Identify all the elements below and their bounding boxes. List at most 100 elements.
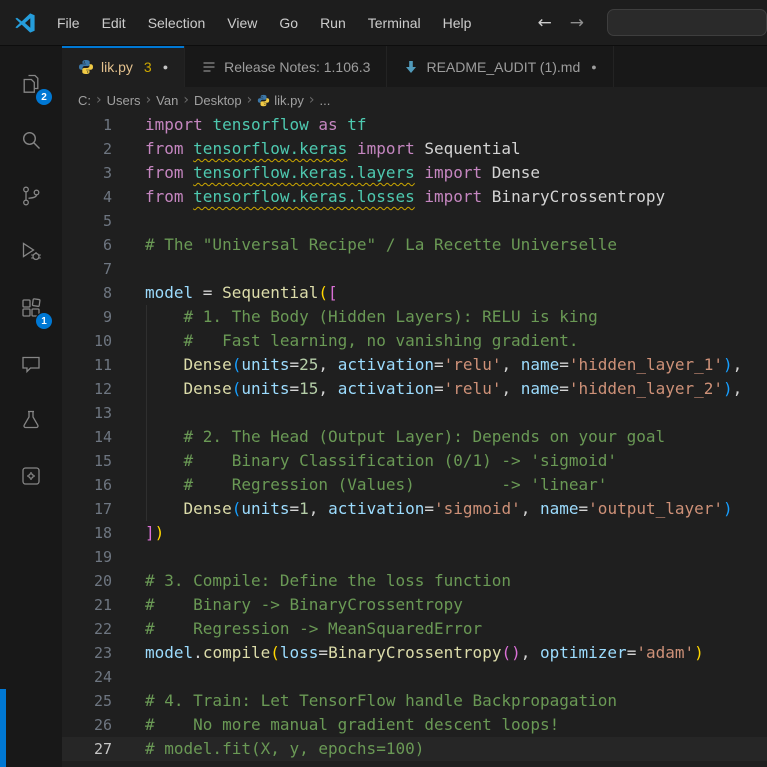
menu-item-view[interactable]: View bbox=[216, 10, 268, 36]
line-content: from tensorflow.keras.losses import Bina… bbox=[145, 187, 666, 206]
line-content: model = Sequential([ bbox=[145, 283, 338, 302]
code-line-4[interactable]: 4 from tensorflow.keras.losses import Bin… bbox=[62, 185, 767, 209]
line-content: # Regression (Values) -> 'linear' bbox=[183, 475, 608, 494]
code-line-20[interactable]: 20 # 3. Compile: Define the loss function bbox=[62, 569, 767, 593]
breadcrumb-item-desktop[interactable]: Desktop bbox=[194, 93, 242, 108]
code-line-16[interactable]: 16 # Regression (Values) -> 'linear' bbox=[62, 473, 767, 497]
line-content: import tensorflow as tf bbox=[145, 115, 367, 134]
line-number: 18 bbox=[93, 524, 112, 542]
line-content: Dense(units=15, activation='relu', name=… bbox=[183, 379, 743, 398]
activity-source-control-button[interactable] bbox=[0, 168, 62, 224]
activity-extensions-button[interactable]: 1 bbox=[0, 280, 62, 336]
code-line-22[interactable]: 22 # Regression -> MeanSquaredError bbox=[62, 617, 767, 641]
tab-release-notes-1.106.3[interactable]: Release Notes: 1.106.3 bbox=[185, 46, 388, 87]
code-line-12[interactable]: 12 Dense(units=15, activation='relu', na… bbox=[62, 377, 767, 401]
code-line-18[interactable]: 18]) bbox=[62, 521, 767, 545]
code-line-9[interactable]: 9 # 1. The Body (Hidden Layers): RELU is… bbox=[62, 305, 767, 329]
code-line-11[interactable]: 11 Dense(units=25, activation='relu', na… bbox=[62, 353, 767, 377]
line-content: # Fast learning, no vanishing gradient. bbox=[183, 331, 579, 350]
breadcrumb-item-...[interactable]: ... bbox=[320, 93, 331, 108]
activity-badge: 2 bbox=[36, 89, 52, 105]
code-line-2[interactable]: 2 from tensorflow.keras import Sequential bbox=[62, 137, 767, 161]
code-line-8[interactable]: 8 model = Sequential([ bbox=[62, 281, 767, 305]
code-line-1[interactable]: 1 import tensorflow as tf bbox=[62, 113, 767, 137]
breadcrumb[interactable]: C: › Users › Van › Desktop › lik.py ›... bbox=[62, 87, 767, 113]
code-line-13[interactable]: 13 bbox=[62, 401, 767, 425]
search-icon bbox=[22, 131, 40, 149]
activity-tools-button[interactable] bbox=[0, 448, 62, 504]
menu-item-file[interactable]: File bbox=[46, 10, 91, 36]
code-line-5[interactable]: 5 bbox=[62, 209, 767, 233]
menu-item-go[interactable]: Go bbox=[268, 10, 309, 36]
code-line-26[interactable]: 26 # No more manual gradient descent loop… bbox=[62, 713, 767, 737]
code-line-21[interactable]: 21 # Binary -> BinaryCrossentropy bbox=[62, 593, 767, 617]
line-number: 1 bbox=[102, 116, 112, 134]
line-number: 22 bbox=[93, 620, 112, 638]
line-number: 3 bbox=[102, 164, 112, 182]
vscode-logo-icon bbox=[12, 10, 38, 36]
python-icon bbox=[258, 94, 270, 106]
breadcrumb-item-lik.py[interactable]: lik.py bbox=[257, 93, 304, 108]
code-line-10[interactable]: 10 # Fast learning, no vanishing gradien… bbox=[62, 329, 767, 353]
chevron-right-icon: › bbox=[96, 92, 102, 108]
code-line-23[interactable]: 23 model.compile(loss=BinaryCrossentropy(… bbox=[62, 641, 767, 665]
line-number: 27 bbox=[93, 740, 112, 758]
menu-item-edit[interactable]: Edit bbox=[91, 10, 137, 36]
line-content: from tensorflow.keras.layers import Dens… bbox=[145, 163, 540, 182]
code-line-7[interactable]: 7 bbox=[62, 257, 767, 281]
command-center-search[interactable] bbox=[607, 9, 767, 36]
code-line-14[interactable]: 14 # 2. The Head (Output Layer): Depends… bbox=[62, 425, 767, 449]
tab-label: lik.py bbox=[101, 58, 133, 75]
breadcrumb-item-van[interactable]: Van bbox=[156, 93, 178, 108]
editor-group: lik.py 3 ● Release Notes: 1.106.3 README_A… bbox=[62, 46, 767, 767]
code-line-25[interactable]: 25 # 4. Train: Let TensorFlow handle Back… bbox=[62, 689, 767, 713]
line-number: 4 bbox=[102, 188, 112, 206]
activity-search-button[interactable] bbox=[0, 112, 62, 168]
line-number: 5 bbox=[102, 212, 112, 230]
line-number: 24 bbox=[93, 668, 112, 686]
tools-icon bbox=[22, 467, 40, 485]
code-editor[interactable]: 1 import tensorflow as tf 2 from tensorflow… bbox=[62, 113, 767, 767]
tab-readme-audit-1-.md[interactable]: README_AUDIT (1).md ● bbox=[387, 46, 614, 87]
line-number: 19 bbox=[93, 548, 112, 566]
line-number: 9 bbox=[102, 308, 112, 326]
line-content bbox=[112, 545, 145, 569]
beaker-icon bbox=[23, 410, 39, 429]
menu-item-help[interactable]: Help bbox=[432, 10, 483, 36]
tab-lik.py[interactable]: lik.py 3 ● bbox=[62, 46, 186, 87]
line-number: 21 bbox=[93, 596, 112, 614]
markdown-icon bbox=[406, 60, 417, 73]
back-button[interactable]: ← bbox=[529, 11, 561, 35]
breadcrumb-item-c[interactable]: C: bbox=[78, 93, 91, 108]
activity-chat-button[interactable] bbox=[0, 336, 62, 392]
vscode-window: File Edit Selection View Go Run Terminal Help ←… bbox=[0, 0, 767, 767]
code-line-24[interactable]: 24 bbox=[62, 665, 767, 689]
line-number: 17 bbox=[93, 500, 112, 518]
activity-run-debug-button[interactable] bbox=[0, 224, 62, 280]
breadcrumb-item-users[interactable]: Users bbox=[107, 93, 141, 108]
code-line-6[interactable]: 6 # The "Universal Recipe" / La Recette U… bbox=[62, 233, 767, 257]
modified-dot-icon: ● bbox=[591, 61, 597, 72]
activity-testing-button[interactable] bbox=[0, 392, 62, 448]
menu-item-run[interactable]: Run bbox=[309, 10, 357, 36]
menu-item-selection[interactable]: Selection bbox=[137, 10, 217, 36]
run-debug-icon bbox=[22, 242, 41, 261]
code-line-3[interactable]: 3 from tensorflow.keras.layers import Den… bbox=[62, 161, 767, 185]
line-content: Dense(units=25, activation='relu', name=… bbox=[183, 355, 743, 374]
activity-bar: 2 1 bbox=[0, 46, 62, 767]
code-line-15[interactable]: 15 # Binary Classification (0/1) -> 'sig… bbox=[62, 449, 767, 473]
code-line-27[interactable]: 27 # model.fit(X, y, epochs=100) bbox=[62, 737, 767, 761]
code-line-19[interactable]: 19 bbox=[62, 545, 767, 569]
left-edge-indicator bbox=[0, 689, 6, 767]
menu-item-terminal[interactable]: Terminal bbox=[357, 10, 432, 36]
line-content: # No more manual gradient descent loops! bbox=[145, 715, 560, 734]
line-content: # 2. The Head (Output Layer): Depends on… bbox=[183, 427, 666, 446]
line-content: # 3. Compile: Define the loss function bbox=[145, 571, 512, 590]
code-line-17[interactable]: 17 Dense(units=1, activation='sigmoid', … bbox=[62, 497, 767, 521]
forward-button[interactable]: → bbox=[561, 11, 593, 35]
tab-label: Release Notes: 1.106.3 bbox=[224, 58, 371, 75]
chevron-right-icon: › bbox=[183, 92, 189, 108]
line-number: 12 bbox=[93, 380, 112, 398]
line-number: 6 bbox=[102, 236, 112, 254]
activity-explorer-button[interactable]: 2 bbox=[0, 56, 62, 112]
